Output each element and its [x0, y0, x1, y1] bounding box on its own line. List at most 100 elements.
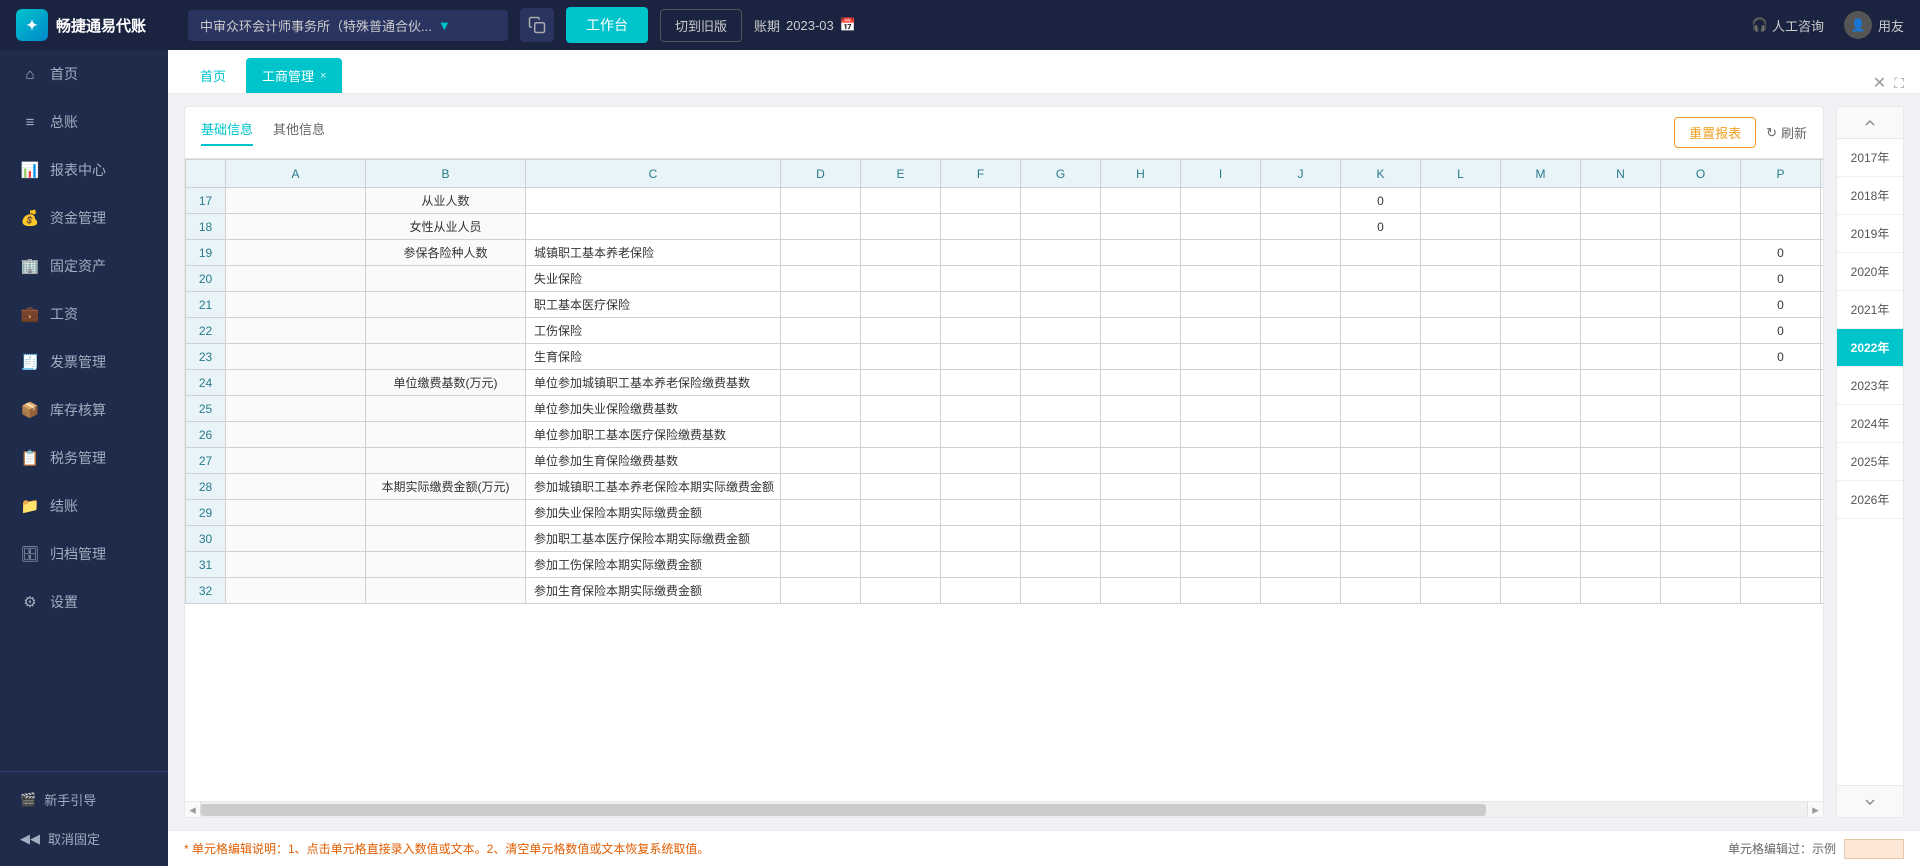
cell-18-m[interactable]: [1501, 214, 1581, 240]
year-item-2022[interactable]: 2022年: [1837, 329, 1903, 367]
close-window-icon[interactable]: ✕: [1873, 73, 1886, 93]
cell-19-b[interactable]: 参保各险种人数: [366, 240, 526, 266]
year-scroll-down[interactable]: [1837, 785, 1903, 817]
cell-17-m[interactable]: [1501, 188, 1581, 214]
company-selector[interactable]: 中审众环会计师事务所（特殊普通合伙... ▼: [188, 10, 508, 41]
cell-19-a[interactable]: [226, 240, 366, 266]
tab-close-icon[interactable]: ×: [320, 70, 326, 82]
cell-17-a[interactable]: [226, 188, 366, 214]
cell-18-k[interactable]: 0: [1341, 214, 1421, 240]
year-item-2018[interactable]: 2018年: [1837, 177, 1903, 215]
tab-basic-info[interactable]: 基础信息: [201, 119, 253, 146]
row-num-18: 18: [186, 214, 226, 240]
header-col-d: D: [781, 160, 861, 188]
cell-18-f[interactable]: [941, 214, 1021, 240]
cell-18-l[interactable]: [1421, 214, 1501, 240]
cell-17-o[interactable]: [1661, 188, 1741, 214]
sidebar-item-settle[interactable]: 📁 结账: [0, 482, 168, 530]
cell-17-p[interactable]: [1741, 188, 1821, 214]
copy-button[interactable]: [520, 8, 554, 42]
cell-18-o[interactable]: [1661, 214, 1741, 240]
sidebar-item-wages[interactable]: 💼 工资: [0, 290, 168, 338]
year-item-2019[interactable]: 2019年: [1837, 215, 1903, 253]
sidebar-item-funds[interactable]: 💰 资金管理: [0, 194, 168, 242]
cell-18-n[interactable]: [1581, 214, 1661, 240]
horizontal-scrollbar[interactable]: ◂ ▸: [185, 801, 1823, 817]
wages-icon: 💼: [20, 304, 40, 324]
year-item-2025[interactable]: 2025年: [1837, 443, 1903, 481]
cell-18-d[interactable]: [781, 214, 861, 240]
tab-bar: 首页 工商管理 × ✕ ⛶: [168, 50, 1920, 94]
cell-18-a[interactable]: [226, 214, 366, 240]
home-icon: ⌂: [20, 64, 40, 84]
h-scrollbar-thumb[interactable]: [201, 804, 1486, 816]
cell-17-d[interactable]: [781, 188, 861, 214]
reset-report-button[interactable]: 重置报表: [1674, 117, 1756, 148]
cell-18-c[interactable]: [526, 214, 781, 240]
unpin-label: 取消固定: [48, 829, 100, 848]
cell-19-p[interactable]: 0: [1741, 240, 1821, 266]
year-item-2026[interactable]: 2026年: [1837, 481, 1903, 519]
sidebar-item-report[interactable]: 📊 报表中心: [0, 146, 168, 194]
sidebar-item-label: 资金管理: [50, 208, 106, 228]
header-col-c: C: [526, 160, 781, 188]
table-header-row: A B C D E F G H I J K L: [186, 160, 1824, 188]
main-table-container: 基础信息 其他信息 重置报表 ↻ 刷新: [184, 106, 1824, 818]
cell-18-g[interactable]: [1021, 214, 1101, 240]
refresh-label: 刷新: [1781, 123, 1807, 142]
cell-18-j[interactable]: [1261, 214, 1341, 240]
switch-version-button[interactable]: 切到旧版: [660, 9, 742, 42]
tab-other-info[interactable]: 其他信息: [273, 119, 325, 146]
cell-17-b[interactable]: 从业人数: [366, 188, 526, 214]
workbench-button[interactable]: 工作台: [566, 7, 648, 43]
year-item-2023[interactable]: 2023年: [1837, 367, 1903, 405]
tab-business[interactable]: 工商管理 ×: [246, 58, 342, 93]
header-col-m: M: [1501, 160, 1581, 188]
cell-17-l[interactable]: [1421, 188, 1501, 214]
cell-17-k[interactable]: 0: [1341, 188, 1421, 214]
year-item-2017[interactable]: 2017年: [1837, 139, 1903, 177]
cell-17-h[interactable]: [1101, 188, 1181, 214]
cell-17-i[interactable]: [1181, 188, 1261, 214]
sidebar-item-ledger[interactable]: ≡ 总账: [0, 98, 168, 146]
sidebar-item-assets[interactable]: 🏢 固定资产: [0, 242, 168, 290]
cell-17-g[interactable]: [1021, 188, 1101, 214]
cell-17-f[interactable]: [941, 188, 1021, 214]
spreadsheet-grid[interactable]: A B C D E F G H I J K L: [185, 159, 1823, 801]
service-button[interactable]: 🎧 人工咨询: [1752, 16, 1824, 35]
user-menu[interactable]: 👤 用友: [1844, 11, 1904, 39]
refresh-button[interactable]: ↻ 刷新: [1766, 123, 1807, 142]
header-col-h: H: [1101, 160, 1181, 188]
cell-17-n[interactable]: [1581, 188, 1661, 214]
sidebar-item-archive[interactable]: 🗄 归档管理: [0, 530, 168, 578]
sidebar-item-inventory[interactable]: 📦 库存核算: [0, 386, 168, 434]
year-item-2024[interactable]: 2024年: [1837, 405, 1903, 443]
sidebar-unpin[interactable]: ◀◀ 取消固定: [16, 823, 152, 854]
sidebar-item-label: 报表中心: [50, 160, 106, 180]
cell-18-e[interactable]: [861, 214, 941, 240]
cell-17-e[interactable]: [861, 188, 941, 214]
cell-19-c[interactable]: 城镇职工基本养老保险: [526, 240, 781, 266]
tab-home[interactable]: 首页: [184, 58, 242, 93]
cell-17-j[interactable]: [1261, 188, 1341, 214]
cell-17-q[interactable]: [1821, 188, 1823, 214]
sidebar-newbie[interactable]: 🎬 新手引导: [16, 784, 152, 815]
cell-18-p[interactable]: [1741, 214, 1821, 240]
cell-18-h[interactable]: [1101, 214, 1181, 240]
calendar-icon[interactable]: 📅: [840, 17, 856, 33]
cell-18-q[interactable]: [1821, 214, 1823, 240]
sidebar-item-settings[interactable]: ⚙ 设置: [0, 578, 168, 626]
expand-icon[interactable]: ⛶: [1894, 75, 1904, 92]
cell-17-c[interactable]: [526, 188, 781, 214]
cell-18-b[interactable]: 女性从业人员: [366, 214, 526, 240]
scroll-left-icon[interactable]: ◂: [185, 802, 201, 818]
scroll-right-icon[interactable]: ▸: [1807, 802, 1823, 818]
sidebar-item-tax[interactable]: 📋 税务管理: [0, 434, 168, 482]
cell-18-i[interactable]: [1181, 214, 1261, 240]
sidebar-item-home[interactable]: ⌂ 首页: [0, 50, 168, 98]
sidebar-item-invoice[interactable]: 🧾 发票管理: [0, 338, 168, 386]
year-item-2020[interactable]: 2020年: [1837, 253, 1903, 291]
year-scroll-up[interactable]: [1837, 107, 1903, 139]
year-item-2021[interactable]: 2021年: [1837, 291, 1903, 329]
period-info: 账期 2023-03 📅: [754, 16, 856, 35]
